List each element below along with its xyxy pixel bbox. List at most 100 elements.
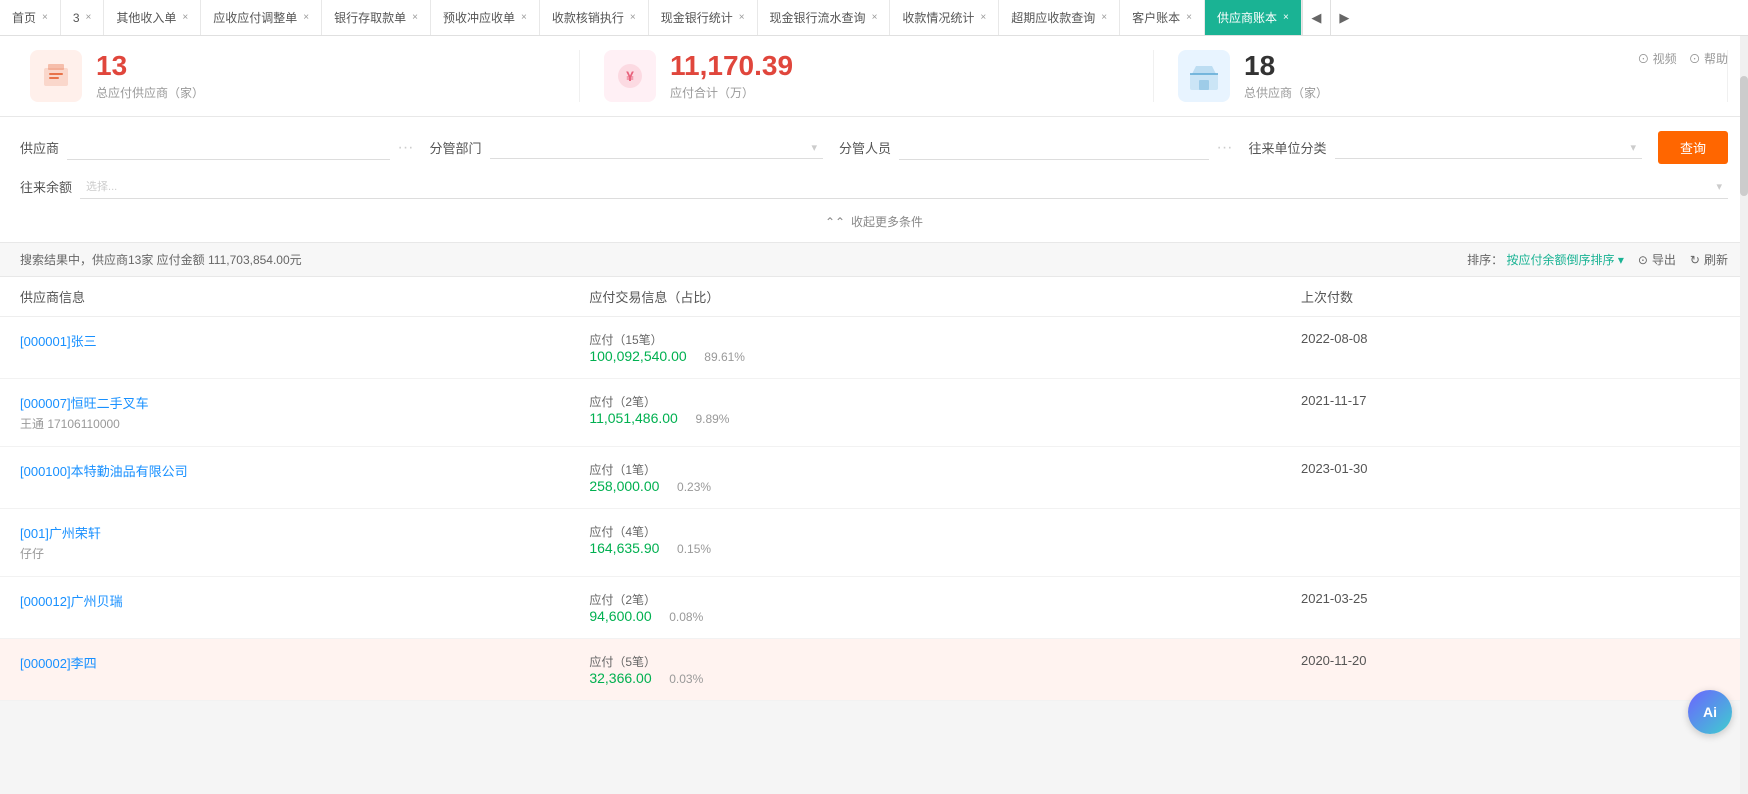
collapse-filters-button[interactable]: ⌃⌃ 收起更多条件 <box>20 209 1728 234</box>
tx-info-cell: 应付（4笔） 164,635.90 0.15% <box>589 523 1301 562</box>
nav-tab-overdue-ar[interactable]: 超期应收款查询 × <box>999 0 1120 35</box>
nav-next-arrow[interactable]: ▶ <box>1330 0 1358 36</box>
tab-close-cash-bank-flow[interactable]: × <box>872 12 878 23</box>
supplier-table: 供应商信息 应付交易信息（占比） 上次付数 [000001]张三 应付（15笔）… <box>0 277 1748 701</box>
balance-filter-label: 往来余额 <box>20 177 72 196</box>
scroll-track <box>1740 36 1748 794</box>
tab-label: 现金银行流水查询 <box>770 9 866 26</box>
category-filter-select[interactable]: ▾ <box>1335 137 1642 159</box>
table-row: [001]广州荣轩 仔仔 应付（4笔） 164,635.90 0.15% <box>0 509 1748 577</box>
tab-close-ar-ap-adjust[interactable]: × <box>303 12 309 23</box>
export-button[interactable]: ⊙ 导出 <box>1638 251 1676 268</box>
nav-tab-3[interactable]: 3 × <box>61 0 105 35</box>
nav-tab-ar-ap-adjust[interactable]: 应收应付调整单 × <box>201 0 322 35</box>
ai-button-label: Ai <box>1703 704 1717 720</box>
tab-close-supplier-ledger[interactable]: × <box>1283 12 1289 23</box>
tab-label: 其他收入单 <box>116 9 176 26</box>
query-button[interactable]: 查询 <box>1658 131 1728 164</box>
nav-tab-cash-bank-stat[interactable]: 现金银行统计 × <box>649 0 758 35</box>
nav-tab-receipt-verify[interactable]: 收款核销执行 × <box>540 0 649 35</box>
svg-text:¥: ¥ <box>626 68 634 84</box>
tab-label: 收款情况统计 <box>902 9 974 26</box>
tab-label: 银行存取款单 <box>334 9 406 26</box>
tx-amount[interactable]: 100,092,540.00 <box>589 348 686 364</box>
scroll-thumb[interactable] <box>1740 76 1748 196</box>
tab-close-prepay-offset[interactable]: × <box>521 12 527 23</box>
sort-value[interactable]: 按应付余额倒序排序 <box>1506 253 1614 267</box>
supplier-link[interactable]: [000002]李四 <box>20 656 97 671</box>
category-filter-label: 往来单位分类 <box>1249 138 1327 157</box>
filter-row-2: 往来余额 选择... ▾ <box>20 174 1728 199</box>
supplier-link[interactable]: [000100]本特勤油品有限公司 <box>20 464 188 479</box>
tab-close-3[interactable]: × <box>86 12 92 23</box>
dept-filter-select[interactable]: ▾ <box>490 137 823 159</box>
nav-tab-other-income[interactable]: 其他收入单 × <box>104 0 201 35</box>
tx-amount[interactable]: 94,600.00 <box>589 608 651 624</box>
tab-close-overdue-ar[interactable]: × <box>1101 12 1107 23</box>
person-filter-input[interactable] <box>899 136 1209 160</box>
nav-tab-prepay-offset[interactable]: 预收冲应收单 × <box>431 0 540 35</box>
table-row: [000100]本特勤油品有限公司 应付（1笔） 258,000.00 0.23… <box>0 447 1748 509</box>
total-suppliers-label: 总供应商（家） <box>1244 84 1328 101</box>
nav-tab-bank-deposit[interactable]: 银行存取款单 × <box>322 0 431 35</box>
supplier-link[interactable]: [000007]恒旺二手叉车 <box>20 396 149 411</box>
sort-chevron-icon[interactable]: ▾ <box>1618 253 1624 267</box>
collapse-label: 收起更多条件 <box>851 213 923 230</box>
supplier-filter-input[interactable] <box>67 136 390 160</box>
supplier-link[interactable]: [001]广州荣轩 <box>20 526 101 541</box>
tab-close-receipt-verify[interactable]: × <box>630 12 636 23</box>
total-suppliers-num: 18 <box>1244 52 1328 80</box>
tx-pct: 0.23% <box>677 480 711 494</box>
video-link[interactable]: ⊙ 视频 <box>1637 50 1676 67</box>
tx-pct: 0.15% <box>677 542 711 556</box>
tab-close-customer-ledger[interactable]: × <box>1186 12 1192 23</box>
tx-pct: 89.61% <box>704 350 745 364</box>
supplier-info-cell: [000100]本特勤油品有限公司 <box>20 461 589 494</box>
tx-amount[interactable]: 11,051,486.00 <box>589 410 678 426</box>
tab-close-other-income[interactable]: × <box>182 12 188 23</box>
nav-tab-supplier-ledger[interactable]: 供应商账本 × <box>1205 0 1302 35</box>
nav-tab-cash-bank-flow[interactable]: 现金银行流水查询 × <box>758 0 891 35</box>
table-row: [000001]张三 应付（15笔） 100,092,540.00 89.61%… <box>0 317 1748 379</box>
supplier-link[interactable]: [000012]广州贝瑞 <box>20 594 123 609</box>
table-row: [000012]广州贝瑞 应付（2笔） 94,600.00 0.08% 2021… <box>0 577 1748 639</box>
supplier-filter-label: 供应商 <box>20 138 59 157</box>
nav-prev-arrow[interactable]: ◀ <box>1302 0 1330 36</box>
tx-amount[interactable]: 164,635.90 <box>589 540 659 556</box>
tx-amount[interactable]: 32,366.00 <box>589 670 651 686</box>
nav-tab-customer-ledger[interactable]: 客户账本 × <box>1120 0 1205 35</box>
nav-tab-receipt-stat[interactable]: 收款情况统计 × <box>890 0 999 35</box>
tab-label: 应收应付调整单 <box>213 9 297 26</box>
tab-label: 首页 <box>12 9 36 26</box>
tab-close-bank-deposit[interactable]: × <box>412 12 418 23</box>
supplier-id: [000007]恒旺二手叉车 <box>20 396 149 411</box>
tab-label: 现金银行统计 <box>661 9 733 26</box>
tx-label: 应付（1笔） <box>589 461 1301 478</box>
last-pay-cell: 2020-11-20 <box>1301 653 1728 686</box>
dept-filter: 分管部门 ▾ <box>430 137 824 159</box>
supplier-filter-dots[interactable]: ··· <box>398 139 414 157</box>
tab-close-home[interactable]: × <box>42 12 48 23</box>
refresh-button[interactable]: ↻ 刷新 <box>1690 251 1728 268</box>
refresh-label: 刷新 <box>1704 251 1728 268</box>
ai-button[interactable]: Ai <box>1688 690 1732 734</box>
sort-label-text: 排序： <box>1467 253 1503 267</box>
tab-close-receipt-stat[interactable]: × <box>980 12 986 23</box>
supplier-id: [000100]本特勤油品有限公司 <box>20 464 188 479</box>
nav-tab-home[interactable]: 首页 × <box>0 0 61 35</box>
tab-close-cash-bank-stat[interactable]: × <box>739 12 745 23</box>
result-bar: 搜索结果中，供应商13家 应付金额 111,703,854.00元 排序： 按应… <box>0 243 1748 277</box>
person-filter-dots[interactable]: ··· <box>1217 139 1233 157</box>
supplier-info-cell: [001]广州荣轩 仔仔 <box>20 523 589 562</box>
help-link[interactable]: ⊙ 帮助 <box>1689 50 1728 67</box>
supplier-link[interactable]: [000001]张三 <box>20 334 97 349</box>
filter-area: 供应商 ··· 分管部门 ▾ 分管人员 ··· 往来单位分类 ▾ 查询 往来 <box>0 117 1748 243</box>
tx-amount-row: 94,600.00 0.08% <box>589 608 1301 624</box>
result-text: 搜索结果中，供应商13家 应付金额 111,703,854.00元 <box>20 251 302 268</box>
supplier-info-cell: [000007]恒旺二手叉车 王通 17106110000 <box>20 393 589 432</box>
table-header: 供应商信息 应付交易信息（占比） 上次付数 <box>0 277 1748 317</box>
balance-filter-select[interactable]: 选择... ▾ <box>80 174 1728 199</box>
tx-amount[interactable]: 258,000.00 <box>589 478 659 494</box>
tx-amount-row: 100,092,540.00 89.61% <box>589 348 1301 364</box>
tx-label: 应付（2笔） <box>589 393 1301 410</box>
